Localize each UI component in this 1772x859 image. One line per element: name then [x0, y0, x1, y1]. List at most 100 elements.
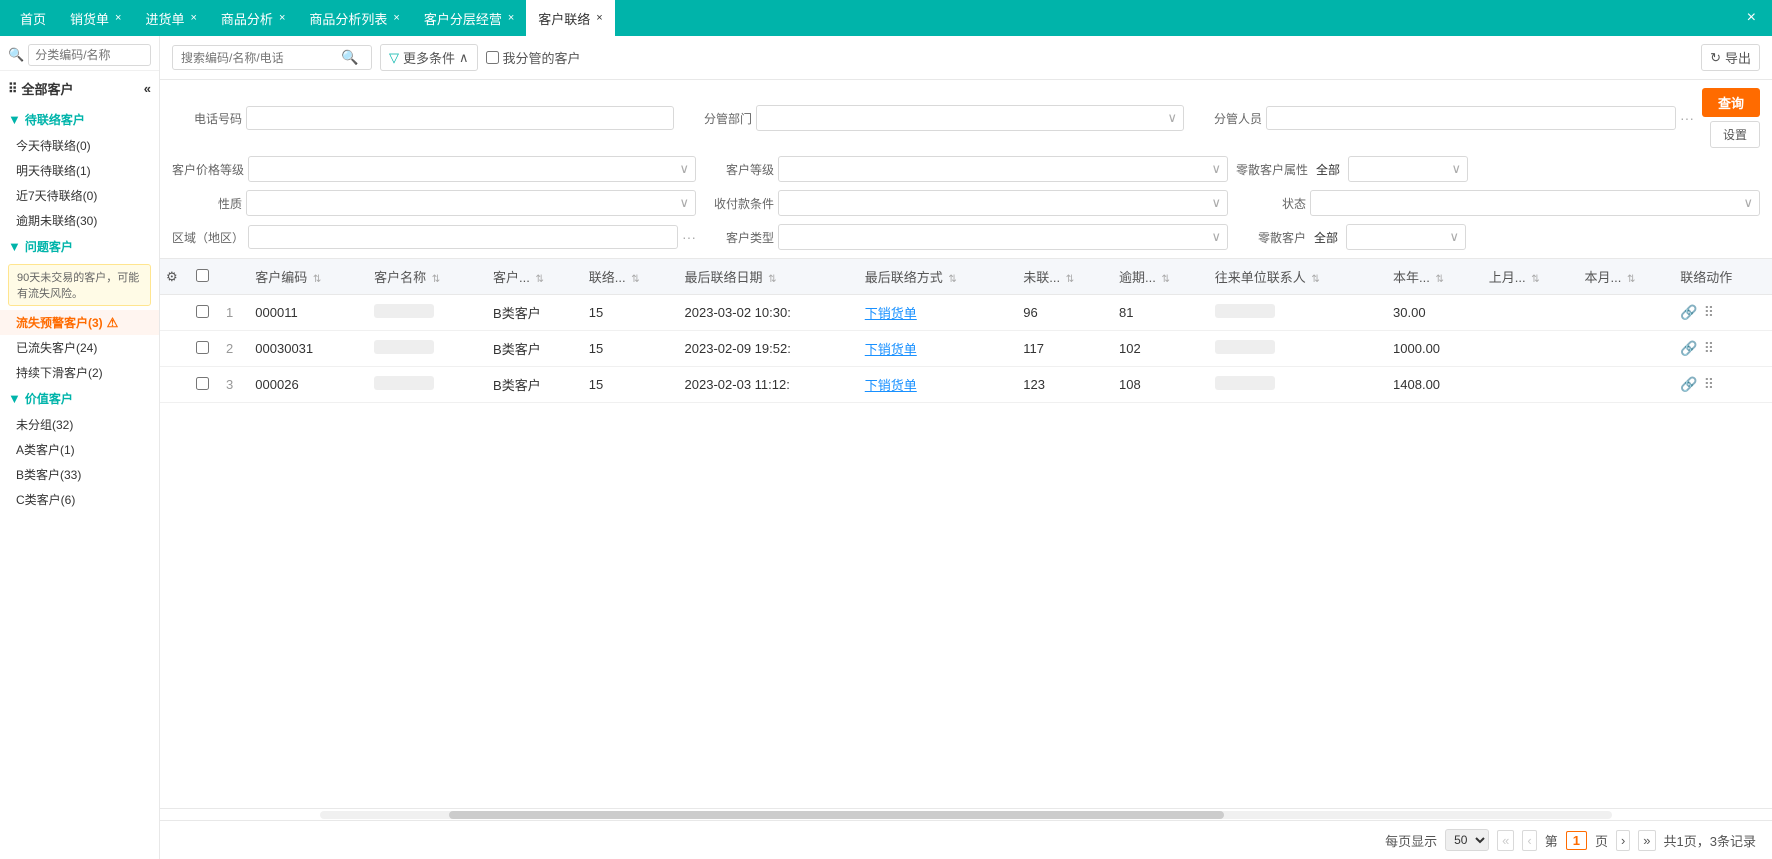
- index-col-header: [220, 259, 249, 295]
- year-amount-col-header[interactable]: 本年... ⇅: [1387, 259, 1483, 295]
- settings-col-header[interactable]: ⚙: [160, 259, 190, 295]
- sidebar-item-2-3[interactable]: C类客户(6): [0, 487, 159, 512]
- more-filter-button[interactable]: ▽ 更多条件 ∧: [380, 44, 478, 71]
- per-page-select[interactable]: 50: [1445, 829, 1489, 851]
- tab-close-icon[interactable]: ×: [596, 12, 602, 24]
- my-customers-checkbox-wrap[interactable]: 我分管的客户: [486, 48, 581, 67]
- close-all-button[interactable]: ×: [1739, 9, 1764, 27]
- link-action-icon[interactable]: 🔗: [1680, 340, 1697, 357]
- tab-close-icon[interactable]: ×: [393, 12, 399, 24]
- grid-action-icon[interactable]: ⠿: [1704, 376, 1714, 393]
- payment-field: 收付款条件 ∨: [704, 190, 1228, 216]
- last-method-link[interactable]: 下销货单: [865, 306, 917, 321]
- uncontacted-col-header[interactable]: 未联... ⇅: [1017, 259, 1113, 295]
- type-col-header[interactable]: 客户... ⇅: [487, 259, 583, 295]
- link-action-icon[interactable]: 🔗: [1680, 376, 1697, 393]
- nav-tab-销货单[interactable]: 销货单×: [58, 0, 133, 36]
- sidebar-item-2-1[interactable]: A类客户(1): [0, 437, 159, 462]
- customer-type-chevron-icon: ∨: [1211, 229, 1221, 245]
- grid-action-icon[interactable]: ⠿: [1704, 304, 1714, 321]
- contact-col-header[interactable]: 联络... ⇅: [583, 259, 679, 295]
- region-input[interactable]: [248, 225, 678, 249]
- tab-close-icon[interactable]: ×: [508, 12, 514, 24]
- next-page-button[interactable]: ›: [1616, 830, 1630, 851]
- row-checkbox-cell: [190, 331, 220, 367]
- customer-grade-select[interactable]: ∨: [778, 156, 1228, 182]
- sidebar-all-customers[interactable]: ⠿ 全部客户 «: [0, 71, 159, 106]
- phone-input[interactable]: [246, 106, 674, 130]
- row-code: 000011: [249, 295, 368, 331]
- sidebar-item-0-3[interactable]: 逾期未联络(30): [0, 208, 159, 233]
- tab-close-icon[interactable]: ×: [115, 12, 121, 24]
- my-customers-checkbox[interactable]: [486, 51, 499, 64]
- query-button[interactable]: 查询: [1702, 88, 1760, 117]
- sidebar-section-1[interactable]: ▼问题客户: [0, 233, 159, 260]
- nav-tab-商品分析列表[interactable]: 商品分析列表×: [297, 0, 411, 36]
- export-button[interactable]: ↻ 导出: [1701, 44, 1760, 71]
- sidebar-search-input[interactable]: [28, 44, 151, 66]
- select-all-checkbox[interactable]: [196, 269, 209, 282]
- row-checkbox[interactable]: [196, 341, 209, 354]
- settings-button[interactable]: 设置: [1710, 121, 1760, 148]
- tab-close-icon[interactable]: ×: [190, 12, 196, 24]
- warning-icon: ⚠: [107, 315, 119, 331]
- region-dots-button[interactable]: ···: [682, 229, 696, 245]
- grid-action-icon[interactable]: ⠿: [1704, 340, 1714, 357]
- person-input[interactable]: [1266, 106, 1676, 130]
- customer-type-select[interactable]: ∨: [778, 224, 1228, 250]
- last-method-link[interactable]: 下销货单: [865, 342, 917, 357]
- row-checkbox[interactable]: [196, 377, 209, 390]
- sidebar-section-2[interactable]: ▼价值客户: [0, 385, 159, 412]
- link-action-icon[interactable]: 🔗: [1680, 304, 1697, 321]
- main-layout: 🔍 ⠿ 全部客户 « ▼待联络客户今天待联络(0)明天待联络(1)近7天待联络(…: [0, 36, 1772, 859]
- last-method-col-header[interactable]: 最后联络方式 ⇅: [859, 259, 1018, 295]
- row-this-month: [1579, 367, 1675, 403]
- horizontal-scrollbar[interactable]: [160, 808, 1772, 820]
- last-method-link[interactable]: 下销货单: [865, 378, 917, 393]
- tab-close-icon[interactable]: ×: [279, 12, 285, 24]
- price-grade-select[interactable]: ∨: [248, 156, 696, 182]
- scrollbar-thumb[interactable]: [449, 811, 1224, 819]
- sparse-attr-select[interactable]: ∨: [1348, 156, 1468, 182]
- nav-tab-客户分层经营[interactable]: 客户分层经营×: [412, 0, 526, 36]
- row-checkbox[interactable]: [196, 305, 209, 318]
- search-submit-icon[interactable]: 🔍: [341, 49, 358, 66]
- current-page: 1: [1566, 831, 1587, 850]
- sidebar-item-2-2[interactable]: B类客户(33): [0, 462, 159, 487]
- sidebar-item-2-0[interactable]: 未分组(32): [0, 412, 159, 437]
- last-page-button[interactable]: »: [1638, 830, 1655, 851]
- overdue-col-header[interactable]: 逾期... ⇅: [1113, 259, 1209, 295]
- prev-page-button[interactable]: ‹: [1522, 830, 1536, 851]
- blurred-name: [374, 340, 434, 354]
- unit-contact-col-header[interactable]: 往来单位联系人 ⇅: [1209, 259, 1387, 295]
- collapse-icon[interactable]: «: [144, 81, 151, 96]
- dept-select[interactable]: ∨: [756, 105, 1184, 131]
- nav-tab-首页[interactable]: 首页: [8, 0, 58, 36]
- nav-tab-商品分析[interactable]: 商品分析×: [209, 0, 297, 36]
- row-contact: 15: [583, 295, 679, 331]
- first-page-button[interactable]: «: [1497, 830, 1514, 851]
- last-date-col-header[interactable]: 最后联络日期 ⇅: [679, 259, 859, 295]
- this-month-col-header[interactable]: 本月... ⇅: [1579, 259, 1675, 295]
- code-col-header[interactable]: 客户编码 ⇅: [249, 259, 368, 295]
- sidebar-item-1-1[interactable]: 已流失客户(24): [0, 335, 159, 360]
- nature-select[interactable]: ∨: [246, 190, 696, 216]
- row-last-month: [1483, 295, 1579, 331]
- nav-tab-客户联络[interactable]: 客户联络×: [526, 0, 614, 36]
- sidebar-item-0-1[interactable]: 明天待联络(1): [0, 158, 159, 183]
- table-area: ⚙ 客户编码 ⇅ 客户名称 ⇅ 客户... ⇅ 联络... ⇅ 最后联络日期 ⇅…: [160, 259, 1772, 808]
- sidebar-item-0-0[interactable]: 今天待联络(0): [0, 133, 159, 158]
- name-col-header[interactable]: 客户名称 ⇅: [368, 259, 487, 295]
- sidebar-item-1-2[interactable]: 持续下滑客户(2): [0, 360, 159, 385]
- person-dots-button[interactable]: ···: [1680, 110, 1694, 126]
- search-input[interactable]: [181, 51, 341, 65]
- last-month-col-header[interactable]: 上月... ⇅: [1483, 259, 1579, 295]
- sidebar-item-0-2[interactable]: 近7天待联络(0): [0, 183, 159, 208]
- sidebar-section-0[interactable]: ▼待联络客户: [0, 106, 159, 133]
- nav-tab-进货单[interactable]: 进货单×: [133, 0, 208, 36]
- status-select[interactable]: ∨: [1310, 190, 1760, 216]
- sidebar-item-1-0[interactable]: 流失预警客户(3)⚠: [0, 310, 159, 335]
- sparse-customer-select[interactable]: ∨: [1346, 224, 1466, 250]
- table-header: ⚙ 客户编码 ⇅ 客户名称 ⇅ 客户... ⇅ 联络... ⇅ 最后联络日期 ⇅…: [160, 259, 1772, 295]
- payment-select[interactable]: ∨: [778, 190, 1228, 216]
